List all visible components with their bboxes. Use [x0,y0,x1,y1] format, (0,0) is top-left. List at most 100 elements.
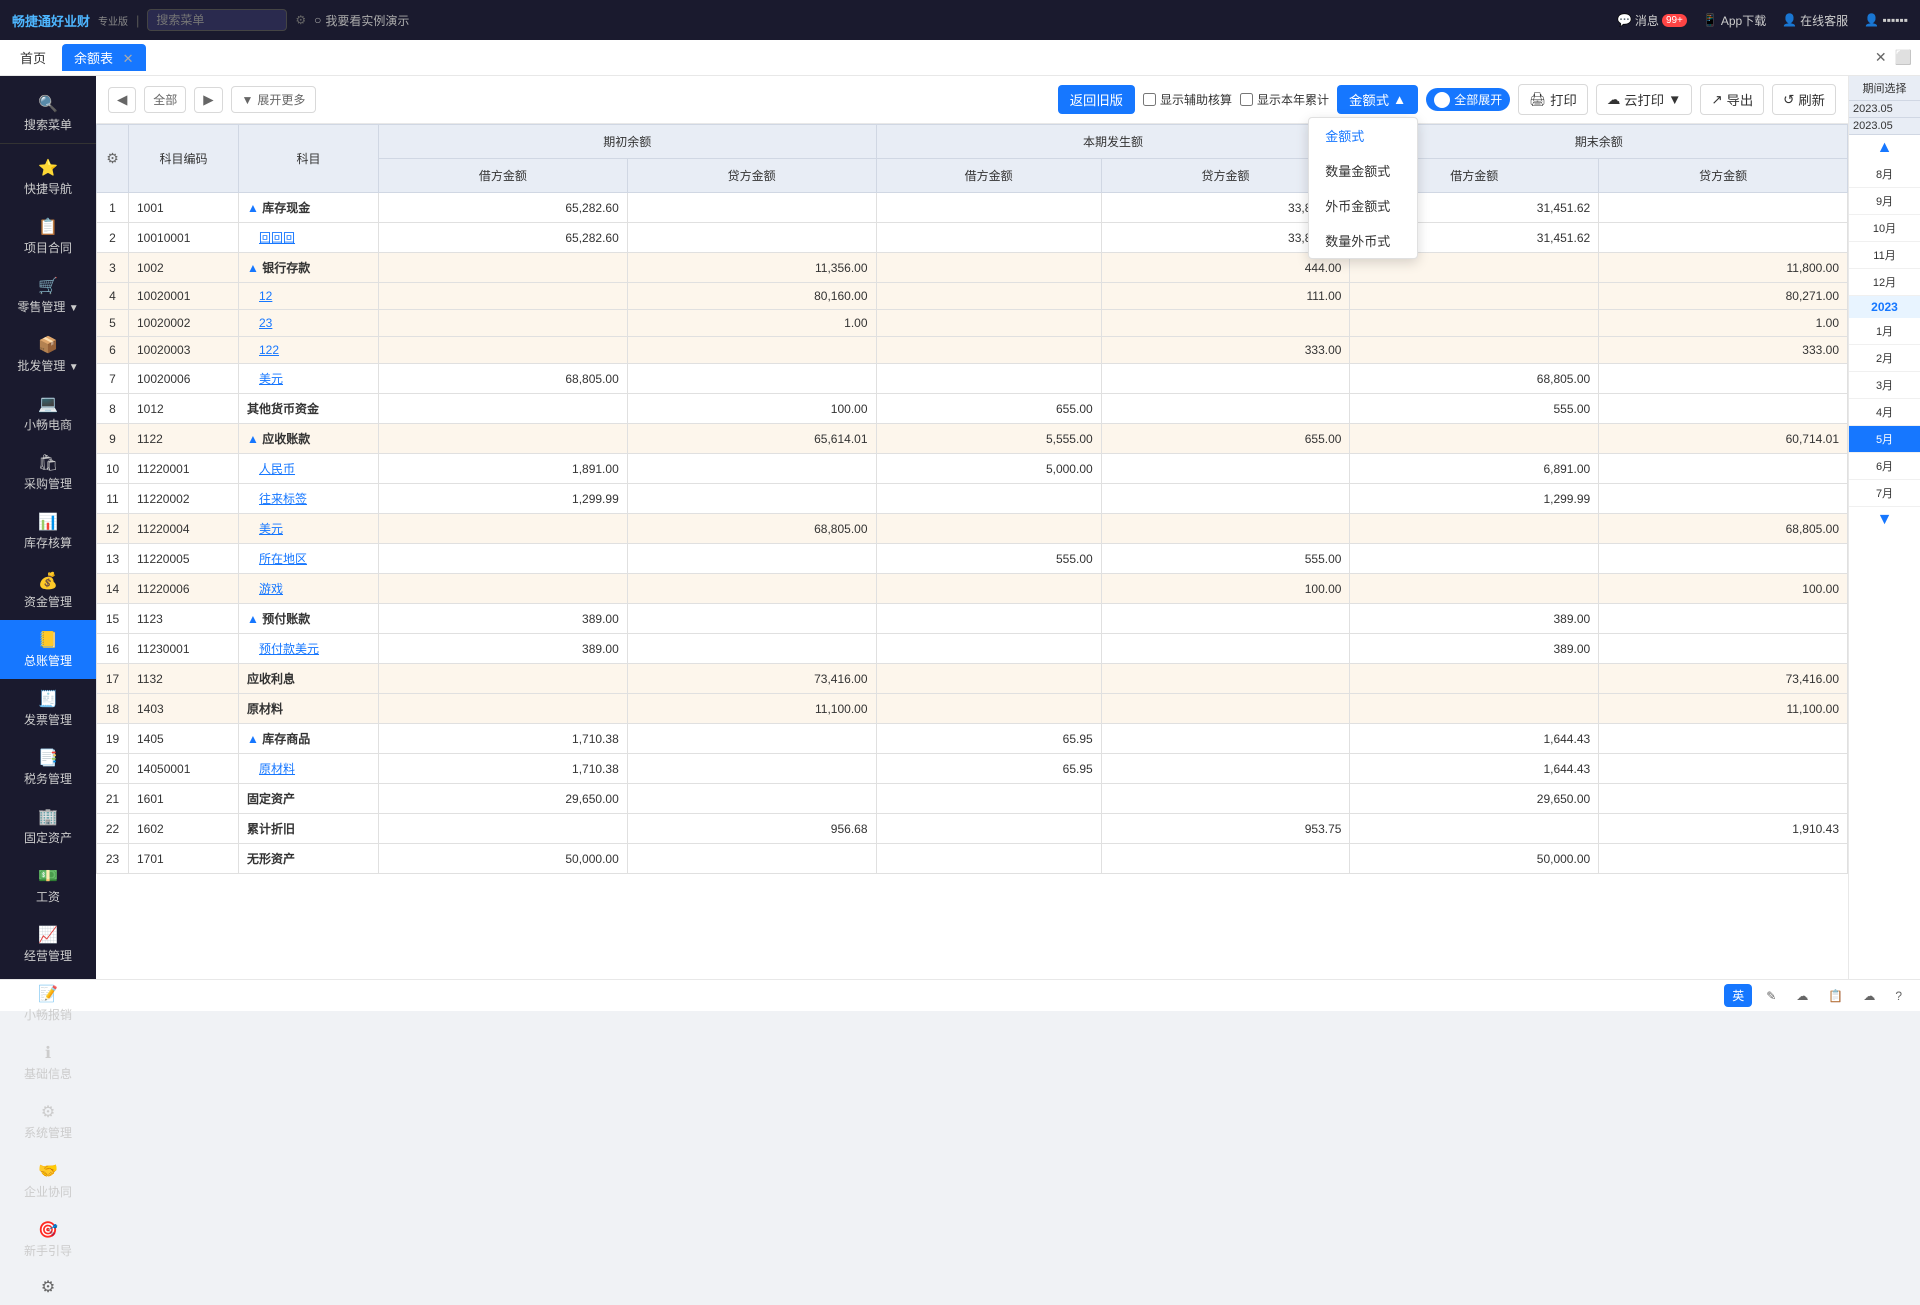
cell-name[interactable]: 应收利息 [239,664,379,694]
sidebar-item-ledger[interactable]: 📒 总账管理 [0,620,96,679]
period-item-3[interactable]: 3月 [1849,372,1920,399]
cell-name[interactable]: 122 [239,337,379,364]
name-link[interactable]: 往来标签 [259,492,307,506]
name-link[interactable]: 回回回 [259,231,295,245]
cell-name[interactable]: 12 [239,283,379,310]
mode-btn[interactable]: 金额式 ▲ [1337,85,1418,114]
search-menu-input[interactable] [147,9,287,31]
sidebar-item-cooperation[interactable]: 🤝 企业协同 [0,1151,96,1210]
tab-maximize[interactable]: ⬜ [1895,49,1912,66]
tab-balance[interactable]: 余额表 ✕ [62,44,146,71]
tab-home[interactable]: 首页 [8,44,58,71]
settings-icon[interactable]: ⚙ [106,150,119,166]
period-item-4[interactable]: 4月 [1849,399,1920,426]
help-icon[interactable]: ? [1889,986,1908,1006]
refresh-btn[interactable]: ↺ 刷新 [1772,84,1836,115]
cell-name[interactable]: ▲ 库存现金 [239,193,379,223]
sidebar-item-wholesale[interactable]: 📦 批发管理 ▼ [0,325,96,384]
user-avatar[interactable]: 👤 ▪▪▪▪▪▪ [1864,13,1908,27]
period-nav-up-btn[interactable]: ▲ [1877,139,1893,157]
sidebar-item-operations[interactable]: 📈 经营管理 [0,915,96,974]
cloud-print-btn[interactable]: ☁ 云打印 ▼ [1596,84,1693,115]
name-link[interactable]: 原材料 [259,762,295,776]
cell-name[interactable]: 原材料 [239,694,379,724]
nav-back-btn[interactable]: ◀ [108,87,136,113]
period-nav-down-btn[interactable]: ▼ [1877,511,1893,529]
sidebar-item-assets[interactable]: 🏢 固定资产 [0,797,96,856]
period-item-5[interactable]: 5月 [1849,426,1920,453]
period-item-2[interactable]: 2月 [1849,345,1920,372]
period-item-1[interactable]: 1月 [1849,318,1920,345]
name-link[interactable]: 所在地区 [259,552,307,566]
nav-forward-btn[interactable]: ▶ [194,87,222,113]
cell-name[interactable]: 固定资产 [239,784,379,814]
cell-name[interactable]: 往来标签 [239,484,379,514]
expand-more-btn[interactable]: ▼ 展开更多 [231,86,317,113]
online-service-btn[interactable]: 👤 在线客服 [1782,12,1848,29]
sidebar-settings[interactable]: ⚙ [33,1269,63,1305]
cell-name[interactable]: ▲ 应收账款 [239,424,379,454]
copy-icon[interactable]: 📋 [1822,986,1849,1006]
sidebar-item-purchase[interactable]: 🛍 采购管理 [0,443,96,502]
show-assist-check[interactable]: 显示辅助核算 [1143,91,1232,108]
print-btn[interactable]: 🖨 打印 [1518,84,1588,115]
name-link[interactable]: 美元 [259,522,283,536]
period-item-9[interactable]: 9月 [1849,188,1920,215]
name-link[interactable]: 122 [259,343,279,357]
dropdown-amount[interactable]: 金额式 [1309,118,1417,153]
cell-name[interactable]: 游戏 [239,574,379,604]
sidebar-item-ecommerce[interactable]: 💻 小畅电商 [0,384,96,443]
tab-close-window[interactable]: ✕ [1875,49,1887,66]
name-link[interactable]: 23 [259,316,272,330]
cell-name[interactable]: ▲ 预付账款 [239,604,379,634]
sidebar-quick-nav[interactable]: ⭐ 快捷导航 [0,148,96,207]
show-year-check[interactable]: 显示本年累计 [1240,91,1329,108]
cell-name[interactable]: ▲ 银行存款 [239,253,379,283]
sidebar-item-guide[interactable]: 🎯 新手引导 [0,1210,96,1269]
period-item-11[interactable]: 11月 [1849,242,1920,269]
sidebar-item-sales[interactable]: 📝 小畅报销 [0,974,96,1033]
cell-name[interactable]: 预付款美元 [239,634,379,664]
tab-close-btn[interactable]: ✕ [123,51,134,66]
name-link[interactable]: 游戏 [259,582,283,596]
sidebar-item-basic[interactable]: ℹ 基础信息 [0,1033,96,1092]
cell-name[interactable]: 累计折旧 [239,814,379,844]
dropdown-qty-amount[interactable]: 数量金额式 [1309,153,1417,188]
sidebar-item-retail[interactable]: 🛒 零售管理 ▼ [0,266,96,325]
message-btn[interactable]: 💬 消息 99+ [1617,12,1687,29]
period-item-7[interactable]: 7月 [1849,480,1920,507]
sidebar-item-salary[interactable]: 💵 工资 [0,856,96,915]
cell-name[interactable]: 23 [239,310,379,337]
sidebar-item-invoice[interactable]: 🧾 发票管理 [0,679,96,738]
cell-name[interactable]: 人民币 [239,454,379,484]
cell-name[interactable]: ▲ 库存商品 [239,724,379,754]
sidebar-item-inventory[interactable]: 📊 库存核算 [0,502,96,561]
cell-name[interactable]: 无形资产 [239,844,379,874]
demo-link[interactable]: ○ 我要看实例演示 [314,12,409,29]
expand-all-toggle[interactable]: 全部展开 [1426,88,1510,111]
period-item-10[interactable]: 10月 [1849,215,1920,242]
period-item-6[interactable]: 6月 [1849,453,1920,480]
sidebar-item-project[interactable]: 📋 项目合同 [0,207,96,266]
cell-name[interactable]: 美元 [239,364,379,394]
edit-icon[interactable]: ✎ [1760,986,1782,1006]
period-item-8[interactable]: 8月 [1849,161,1920,188]
sidebar-search[interactable]: 🔍 搜索菜单 [0,84,96,144]
name-link[interactable]: 美元 [259,372,283,386]
sidebar-item-finance[interactable]: 💰 资金管理 [0,561,96,620]
all-filter[interactable]: 全部 [144,86,186,113]
sidebar-item-tax[interactable]: 📑 税务管理 [0,738,96,797]
dropdown-qty-foreign[interactable]: 数量外币式 [1309,223,1417,258]
cell-name[interactable]: 回回回 [239,223,379,253]
name-link[interactable]: 12 [259,289,272,303]
cell-name[interactable]: 其他货币资金 [239,394,379,424]
th-settings[interactable]: ⚙ [97,125,129,193]
cloud-icon[interactable]: ☁ [1790,986,1814,1006]
cell-name[interactable]: 原材料 [239,754,379,784]
export-btn[interactable]: ↗ 导出 [1700,84,1764,115]
name-link[interactable]: 预付款美元 [259,642,319,656]
app-download-btn[interactable]: 📱 App下载 [1703,12,1766,29]
cell-name[interactable]: 美元 [239,514,379,544]
cloud2-icon[interactable]: ☁ [1857,986,1881,1006]
dropdown-foreign-amount[interactable]: 外币金额式 [1309,188,1417,223]
